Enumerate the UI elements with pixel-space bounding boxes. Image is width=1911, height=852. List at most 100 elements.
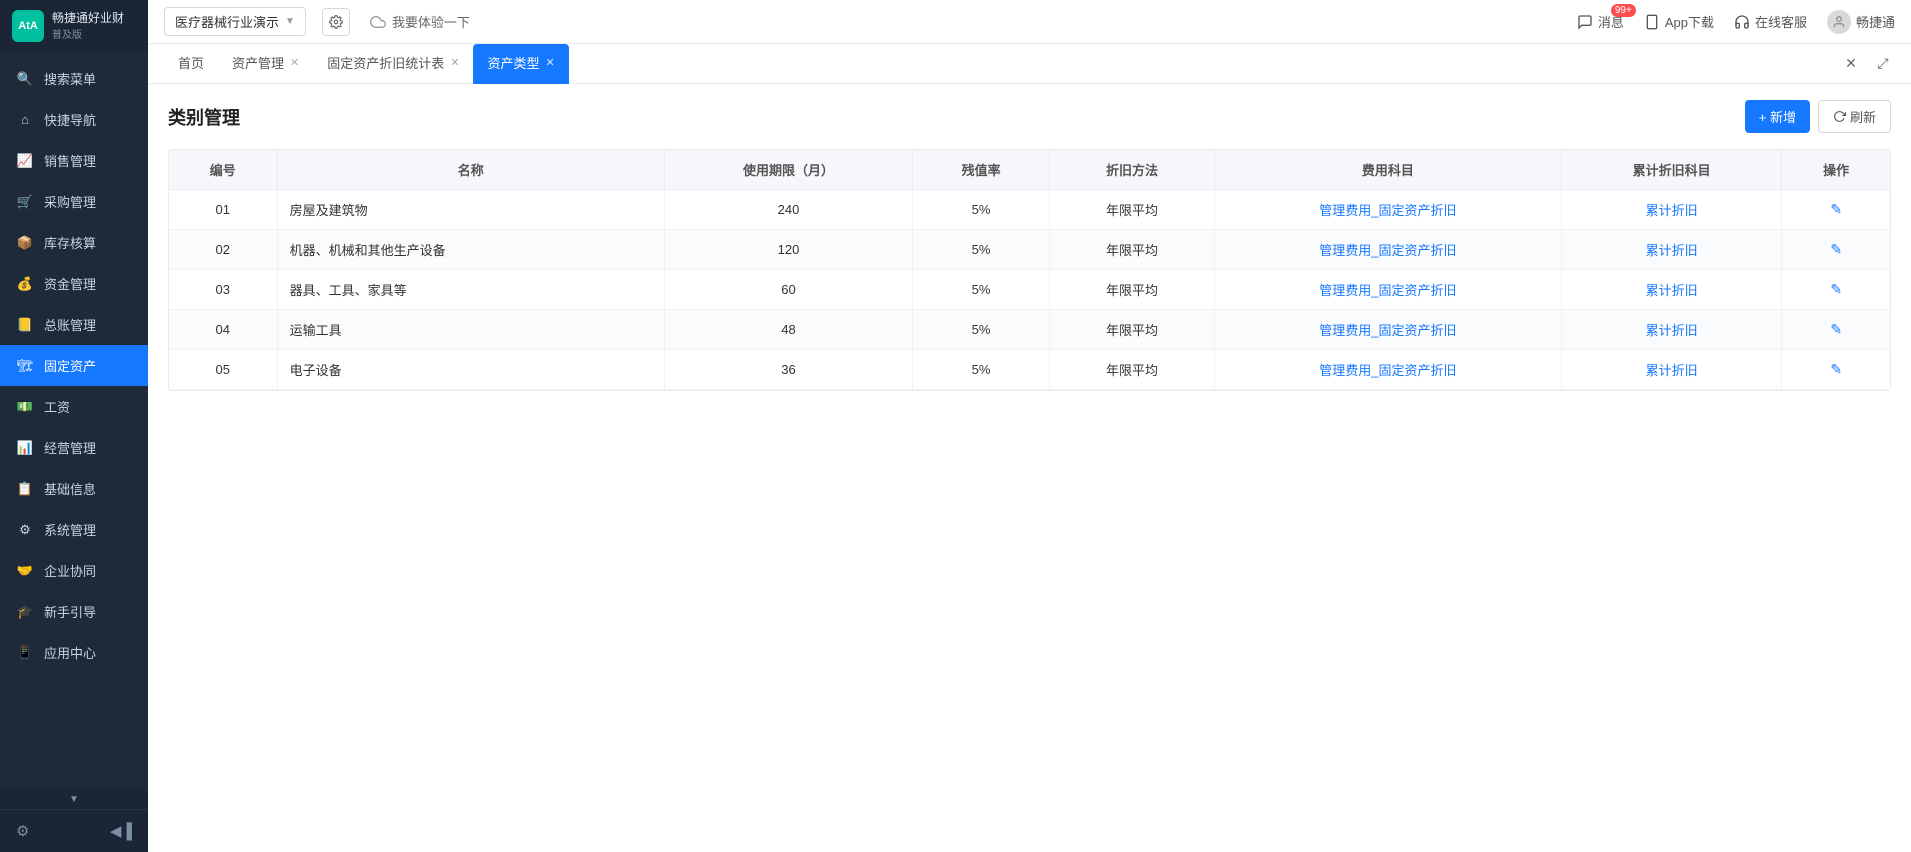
funds-icon: 💰 xyxy=(16,275,34,293)
sidebar-item-label-apps: 应用中心 xyxy=(44,643,96,662)
app-name: 畅捷通好业财 xyxy=(52,11,124,27)
sidebar-item-salary[interactable]: 💵 工资 xyxy=(0,386,148,427)
cell-cost-account[interactable]: 管理费用_固定资产折旧 xyxy=(1214,350,1561,390)
cell-residual: 5% xyxy=(913,350,1050,390)
sidebar-item-sales[interactable]: 📈 销售管理 xyxy=(0,140,148,181)
cell-cost-account[interactable]: 管理费用_固定资产折旧 xyxy=(1214,270,1561,310)
cell-months: 60 xyxy=(664,270,912,310)
cell-method: 年限平均 xyxy=(1050,190,1215,230)
expand-tab-button[interactable]: ⤢ xyxy=(1871,52,1895,76)
edit-button[interactable]: ✎ xyxy=(1830,201,1842,217)
online-service-label: 在线客服 xyxy=(1755,12,1807,31)
sidebar-item-label-purchase: 采购管理 xyxy=(44,192,96,211)
sidebar-item-inventory[interactable]: 📦 库存核算 xyxy=(0,222,148,263)
messages-button[interactable]: 消息 99+ xyxy=(1577,12,1624,31)
cell-accum-account[interactable]: 累计折旧 xyxy=(1561,270,1781,310)
tab-asset-type[interactable]: 资产类型 ✕ xyxy=(473,44,568,84)
trial-button[interactable]: 我要体验一下 xyxy=(370,12,470,31)
cell-method: 年限平均 xyxy=(1050,270,1215,310)
sidebar-item-apps[interactable]: 📱 应用中心 xyxy=(0,632,148,673)
cell-accum-account[interactable]: 累计折旧 xyxy=(1561,190,1781,230)
cell-cost-account[interactable]: 管理费用_固定资产折旧 xyxy=(1214,190,1561,230)
sidebar-item-fixed[interactable]: 🏗 固定资产 xyxy=(0,345,148,386)
cell-action: ✎ xyxy=(1782,350,1890,390)
edit-button[interactable]: ✎ xyxy=(1830,281,1842,297)
cloud-icon xyxy=(370,14,386,30)
table-header-row: 编号 名称 使用期限（月） 残值率 折旧方法 费用科目 累计折旧科目 操作 xyxy=(169,150,1890,190)
cell-residual: 5% xyxy=(913,270,1050,310)
sidebar-item-label-salary: 工资 xyxy=(44,397,70,416)
mobile-icon xyxy=(1644,14,1660,30)
sidebar-item-guide[interactable]: 🎓 新手引导 xyxy=(0,591,148,632)
sidebar-item-label-system: 系统管理 xyxy=(44,520,96,539)
tab-home[interactable]: 首页 xyxy=(164,44,218,84)
sidebar-item-label-funds: 资金管理 xyxy=(44,274,96,293)
topbar-right: 消息 99+ App下载 在线客服 畅捷通 xyxy=(1577,10,1895,34)
purchase-icon: 🛒 xyxy=(16,193,34,211)
cell-accum-account[interactable]: 累计折旧 xyxy=(1561,350,1781,390)
sidebar-item-purchase[interactable]: 🛒 采购管理 xyxy=(0,181,148,222)
edit-button[interactable]: ✎ xyxy=(1830,361,1842,377)
sidebar-item-label-ledger: 总账管理 xyxy=(44,315,96,334)
sidebar-item-label-inventory: 库存核算 xyxy=(44,233,96,252)
cell-accum-account[interactable]: 累计折旧 xyxy=(1561,310,1781,350)
selector-arrow-icon: ▼ xyxy=(285,16,295,27)
collapse-icon[interactable]: ◀▐ xyxy=(110,822,132,840)
app-logo: AtA 畅捷通好业财 普及版 xyxy=(0,0,148,52)
app-download-button[interactable]: App下载 xyxy=(1644,12,1714,31)
settings-button[interactable] xyxy=(322,8,350,36)
user-button[interactable]: 畅捷通 xyxy=(1827,10,1895,34)
user-label: 畅捷通 xyxy=(1856,12,1895,31)
tabs-actions: ✕ ⤢ xyxy=(1839,52,1895,76)
cell-residual: 5% xyxy=(913,310,1050,350)
refresh-button[interactable]: 刷新 xyxy=(1818,100,1891,133)
col-cost-account: 费用科目 xyxy=(1214,150,1561,190)
sidebar-item-search[interactable]: 🔍 搜索菜单 xyxy=(0,58,148,99)
company-selector[interactable]: 医疗器械行业演示 ▼ xyxy=(164,7,306,36)
tab-asset-type-close[interactable]: ✕ xyxy=(546,56,555,69)
sidebar-item-system[interactable]: ⚙ 系统管理 xyxy=(0,509,148,550)
new-button[interactable]: + 新增 xyxy=(1745,100,1810,133)
col-months: 使用期限（月） xyxy=(664,150,912,190)
scroll-indicator: ▼ xyxy=(0,790,148,809)
sidebar-item-basic[interactable]: 📋 基础信息 xyxy=(0,468,148,509)
online-service-button[interactable]: 在线客服 xyxy=(1734,12,1807,31)
cell-cost-account[interactable]: 管理费用_固定资产折旧 xyxy=(1214,310,1561,350)
cell-action: ✎ xyxy=(1782,270,1890,310)
app-version: 普及版 xyxy=(52,26,124,41)
cell-action: ✎ xyxy=(1782,310,1890,350)
cell-months: 120 xyxy=(664,230,912,270)
sidebar-item-label-cooperation: 企业协同 xyxy=(44,561,96,580)
sidebar-item-operation[interactable]: 📊 经营管理 xyxy=(0,427,148,468)
cell-months: 36 xyxy=(664,350,912,390)
sidebar-item-funds[interactable]: 💰 资金管理 xyxy=(0,263,148,304)
avatar xyxy=(1827,10,1851,34)
tab-assets-management[interactable]: 资产管理 ✕ xyxy=(218,44,313,84)
sidebar-item-cooperation[interactable]: 🤝 企业协同 xyxy=(0,550,148,591)
edit-button[interactable]: ✎ xyxy=(1830,321,1842,337)
sidebar-item-ledger[interactable]: 📒 总账管理 xyxy=(0,304,148,345)
col-residual: 残值率 xyxy=(913,150,1050,190)
cell-cost-account[interactable]: 管理费用_固定资产折旧 xyxy=(1214,230,1561,270)
edit-button[interactable]: ✎ xyxy=(1830,241,1842,257)
user-icon xyxy=(1832,15,1846,29)
sidebar: AtA 畅捷通好业财 普及版 🔍 搜索菜单 ⌂ 快捷导航 📈 销售管理 🛒 采购… xyxy=(0,0,148,852)
tab-depreciation-report[interactable]: 固定资产折旧统计表 ✕ xyxy=(313,44,473,84)
cell-months: 240 xyxy=(664,190,912,230)
settings-icon[interactable]: ⚙ xyxy=(16,822,29,840)
cell-name: 器具、工具、家具等 xyxy=(277,270,664,310)
table-body: 01 房屋及建筑物 240 5% 年限平均 管理费用_固定资产折旧 累计折旧 ✎… xyxy=(169,190,1890,390)
logo-icon: AtA xyxy=(12,10,44,42)
cell-accum-account[interactable]: 累计折旧 xyxy=(1561,230,1781,270)
tab-assets-management-close[interactable]: ✕ xyxy=(290,56,299,69)
sidebar-item-quicknav[interactable]: ⌂ 快捷导航 xyxy=(0,99,148,140)
guide-icon: 🎓 xyxy=(16,603,34,621)
close-tab-button[interactable]: ✕ xyxy=(1839,52,1863,76)
sidebar-item-label-basic: 基础信息 xyxy=(44,479,96,498)
system-icon: ⚙ xyxy=(16,521,34,539)
cell-action: ✎ xyxy=(1782,230,1890,270)
tab-depreciation-report-close[interactable]: ✕ xyxy=(450,56,459,69)
headset-icon xyxy=(1734,14,1750,30)
trial-label: 我要体验一下 xyxy=(392,12,470,31)
sidebar-item-label-sales: 销售管理 xyxy=(44,151,96,170)
